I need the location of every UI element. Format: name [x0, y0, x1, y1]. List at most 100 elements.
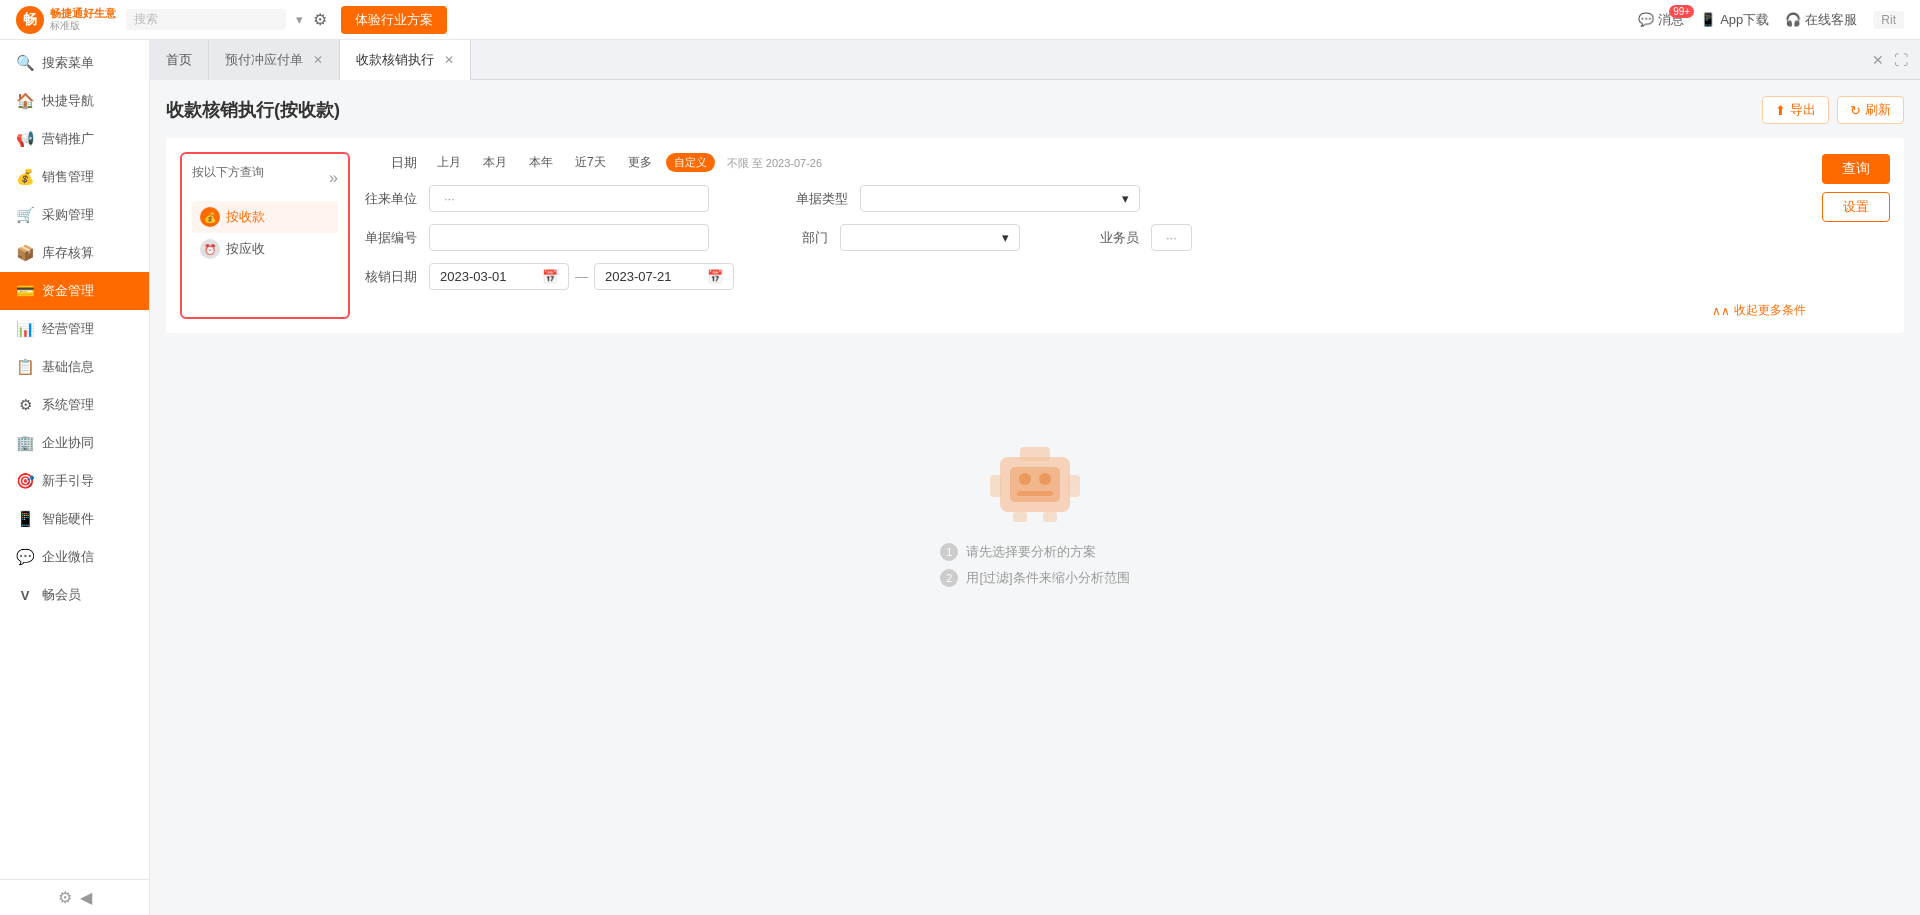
refresh-btn[interactable]: ↻ 刷新	[1837, 96, 1904, 124]
sidebar-item-purchase[interactable]: 🛒 采购管理	[0, 196, 149, 234]
purchase-icon: 🛒	[16, 206, 34, 224]
sidebar-item-guide[interactable]: 🎯 新手引导	[0, 462, 149, 500]
sidebar-item-sales[interactable]: 💰 销售管理	[0, 158, 149, 196]
tab-prepay-conflict[interactable]: 预付冲应付单 ✕	[209, 40, 340, 80]
dept-chevron: ▾	[1002, 230, 1009, 245]
sidebar-item-search[interactable]: 🔍 搜索菜单	[0, 44, 149, 82]
industry-btn[interactable]: 体验行业方案	[341, 6, 447, 34]
sidebar-label: 销售管理	[42, 168, 94, 186]
date-this-year[interactable]: 本年	[521, 152, 561, 173]
export-icon: ⬆	[1775, 103, 1786, 118]
filter-row-writeoff-date: 核销日期 2023-03-01 📅 — 2023-07-21	[362, 263, 1806, 290]
filter-sidebar-collapse-icon[interactable]: »	[329, 169, 338, 187]
sidebar-item-basic[interactable]: 📋 基础信息	[0, 348, 149, 386]
empty-tip-1: 1 请先选择要分析的方案	[940, 543, 1129, 561]
tab-receipt-writeoff[interactable]: 收款核销执行 ✕	[340, 40, 471, 80]
setting-btn[interactable]: 设置	[1822, 192, 1890, 222]
search-btn[interactable]: 查询	[1822, 154, 1890, 184]
date-more[interactable]: 更多	[620, 152, 660, 173]
tab-close-all-icon[interactable]: ✕	[1868, 48, 1888, 72]
sidebar-item-quicknav[interactable]: 🏠 快捷导航	[0, 82, 149, 120]
tab-close-prepay[interactable]: ✕	[313, 53, 323, 67]
svg-rect-6	[990, 475, 1002, 497]
staff-input[interactable]: ···	[1151, 224, 1192, 251]
receipt-option-label: 按收款	[226, 208, 265, 226]
content-area: 首页 预付冲应付单 ✕ 收款核销执行 ✕ ✕ ⛶ 收款核销执行(按收款)	[150, 40, 1920, 915]
basic-icon: 📋	[16, 358, 34, 376]
date-7days[interactable]: 近7天	[567, 152, 614, 173]
message-btn[interactable]: 💬 消息 99+	[1638, 11, 1684, 29]
docno-input[interactable]	[429, 224, 709, 251]
sidebar-item-marketing[interactable]: 📢 营销推广	[0, 120, 149, 158]
date-range-display: 不限 至 2023-07-26	[727, 156, 822, 171]
writeoff-date-start[interactable]: 2023-03-01 📅	[429, 263, 569, 290]
date-custom-badge[interactable]: 自定义	[666, 153, 715, 172]
sidebar-label: 采购管理	[42, 206, 94, 224]
date-this-month[interactable]: 本月	[475, 152, 515, 173]
svg-rect-9	[1043, 512, 1057, 522]
user-area[interactable]: Rit	[1873, 11, 1904, 29]
date-last-month[interactable]: 上月	[429, 152, 469, 173]
page-content: 收款核销执行(按收款) ⬆ 导出 ↻ 刷新	[150, 80, 1920, 915]
tab-home[interactable]: 首页	[150, 40, 209, 80]
sidebar-label: 新手引导	[42, 472, 94, 490]
gear-icon[interactable]: ⚙	[313, 10, 327, 29]
chevron-down-icon[interactable]: ▾	[296, 12, 303, 27]
app-name: 畅捷通好生意	[50, 7, 116, 20]
sidebar-label: 搜索菜单	[42, 54, 94, 72]
operations-icon: 📊	[16, 320, 34, 338]
collapse-more-btn[interactable]: ∧∧ 收起更多条件	[1712, 302, 1806, 319]
top-bar: 畅 畅捷通好生意 标准版 搜索 ▾ ⚙ 体验行业方案 💬 消息 99+ 📱 Ap…	[0, 0, 1920, 40]
home-icon: 🏠	[16, 92, 34, 110]
tab-close-receipt[interactable]: ✕	[444, 53, 454, 67]
filter-row-date: 日期 上月 本月 本年 近7天 更多 自定义	[362, 152, 1806, 173]
sidebar-settings-icon[interactable]: ⚙	[58, 888, 72, 907]
page-title-bar: 收款核销执行(按收款) ⬆ 导出 ↻ 刷新	[166, 96, 1904, 124]
page-inner: 收款核销执行(按收款) ⬆ 导出 ↻ 刷新	[150, 80, 1920, 683]
empty-state: 1 请先选择要分析的方案 2 用[过滤]条件来缩小分析范围	[166, 347, 1904, 667]
sidebar-menu: 🔍 搜索菜单 🏠 快捷导航 📢 营销推广 💰 销售管理 🛒 采购管理 📦	[0, 40, 149, 879]
doctype-select[interactable]: ▾	[860, 185, 1140, 212]
search-menu-icon: 🔍	[16, 54, 34, 72]
sidebar-item-inventory[interactable]: 📦 库存核算	[0, 234, 149, 272]
dept-select[interactable]: ▾	[840, 224, 1020, 251]
counterparty-input[interactable]: ···	[429, 185, 709, 212]
app-download-btn[interactable]: 📱 App下载	[1700, 11, 1769, 29]
sidebar-item-system[interactable]: ⚙ 系统管理	[0, 386, 149, 424]
page-actions: ⬆ 导出 ↻ 刷新	[1762, 96, 1904, 124]
filter-option-by-receivable[interactable]: ⏰ 按应收	[192, 233, 338, 265]
sidebar-label: 智能硬件	[42, 510, 94, 528]
sidebar-item-vip[interactable]: V 畅会员	[0, 576, 149, 614]
sidebar-item-operations[interactable]: 📊 经营管理	[0, 310, 149, 348]
app-icon: 📱	[1700, 12, 1716, 27]
filter-sidebar: 按以下方查询 » 💰 按收款 ⏰ 按应收	[180, 152, 350, 319]
date-separator: —	[575, 269, 588, 284]
sidebar-collapse-icon[interactable]: ◀	[80, 888, 92, 907]
online-service-btn[interactable]: 🎧 在线客服	[1785, 11, 1857, 29]
inventory-icon: 📦	[16, 244, 34, 262]
finance-icon: 💳	[16, 282, 34, 300]
sidebar-item-wechat[interactable]: 💬 企业微信	[0, 538, 149, 576]
top-search[interactable]: 搜索	[126, 9, 286, 30]
app-logo: 畅 畅捷通好生意 标准版	[16, 6, 116, 34]
wechat-icon: 💬	[16, 548, 34, 566]
filter-option-by-receipt[interactable]: 💰 按收款	[192, 201, 338, 233]
doctype-chevron: ▾	[1122, 191, 1129, 206]
staff-label: 业务员	[1084, 229, 1139, 247]
sidebar-label: 基础信息	[42, 358, 94, 376]
tip-num-1: 1	[940, 543, 958, 561]
tab-expand-icon[interactable]: ⛶	[1890, 48, 1912, 72]
tab-bar: 首页 预付冲应付单 ✕ 收款核销执行 ✕ ✕ ⛶	[150, 40, 1920, 80]
svg-rect-8	[1013, 512, 1027, 522]
sidebar-item-finance[interactable]: 💳 资金管理	[0, 272, 149, 310]
export-btn[interactable]: ⬆ 导出	[1762, 96, 1829, 124]
docno-label: 单据编号	[362, 229, 417, 247]
filter-row-docno: 单据编号 部门 ▾ 业务员	[362, 224, 1806, 251]
svg-point-2	[1019, 473, 1031, 485]
empty-tip-2: 2 用[过滤]条件来缩小分析范围	[940, 569, 1129, 587]
sidebar-item-enterprise[interactable]: 🏢 企业协同	[0, 424, 149, 462]
hardware-icon: 📱	[16, 510, 34, 528]
sidebar-item-hardware[interactable]: 📱 智能硬件	[0, 500, 149, 538]
writeoff-date-end[interactable]: 2023-07-21 📅	[594, 263, 734, 290]
date-options: 上月 本月 本年 近7天 更多 自定义	[429, 152, 715, 173]
